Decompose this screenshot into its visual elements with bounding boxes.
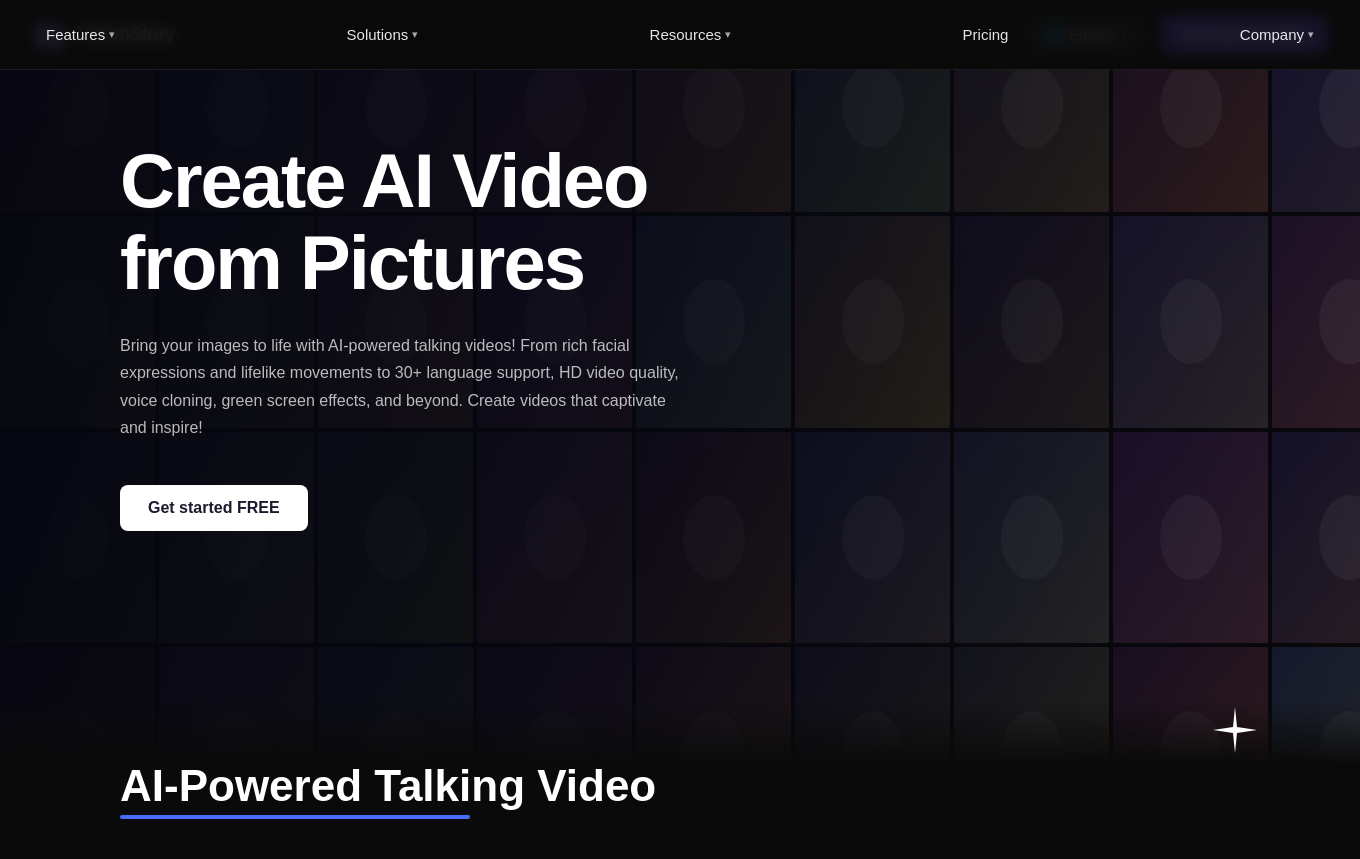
hero-title: Create AI Video from Pictures — [120, 140, 760, 304]
hero-cta-button[interactable]: Get started FREE — [120, 485, 308, 531]
nav-company[interactable]: Company ▾ — [1226, 18, 1328, 51]
chevron-down-icon: ▾ — [1308, 28, 1314, 41]
nav-links: Features ▾ Solutions ▾ Resources ▾ Prici… — [0, 0, 1360, 70]
main-nav: VisionStory Features ▾ Solutions ▾ Resou… — [0, 0, 1360, 70]
nav-features[interactable]: Features ▾ — [32, 18, 129, 51]
ai-section: AI-Powered Talking Video — [0, 701, 1360, 859]
hero-section: Create AI Video from Pictures Bring your… — [0, 0, 1360, 859]
sparkle-decoration — [1210, 705, 1260, 759]
ai-section-heading: AI-Powered Talking Video — [120, 761, 656, 819]
hero-content: Create AI Video from Pictures Bring your… — [0, 0, 760, 531]
nav-pricing[interactable]: Pricing — [949, 18, 1023, 51]
nav-resources[interactable]: Resources ▾ — [636, 18, 746, 51]
heading-underline — [120, 815, 470, 819]
hero-description: Bring your images to life with AI-powere… — [120, 332, 680, 441]
nav-left: VisionStory Features ▾ Solutions ▾ Resou… — [32, 17, 174, 53]
chevron-down-icon: ▾ — [412, 28, 418, 41]
nav-solutions[interactable]: Solutions ▾ — [333, 18, 433, 51]
chevron-down-icon: ▾ — [725, 28, 731, 41]
chevron-down-icon: ▾ — [109, 28, 115, 41]
